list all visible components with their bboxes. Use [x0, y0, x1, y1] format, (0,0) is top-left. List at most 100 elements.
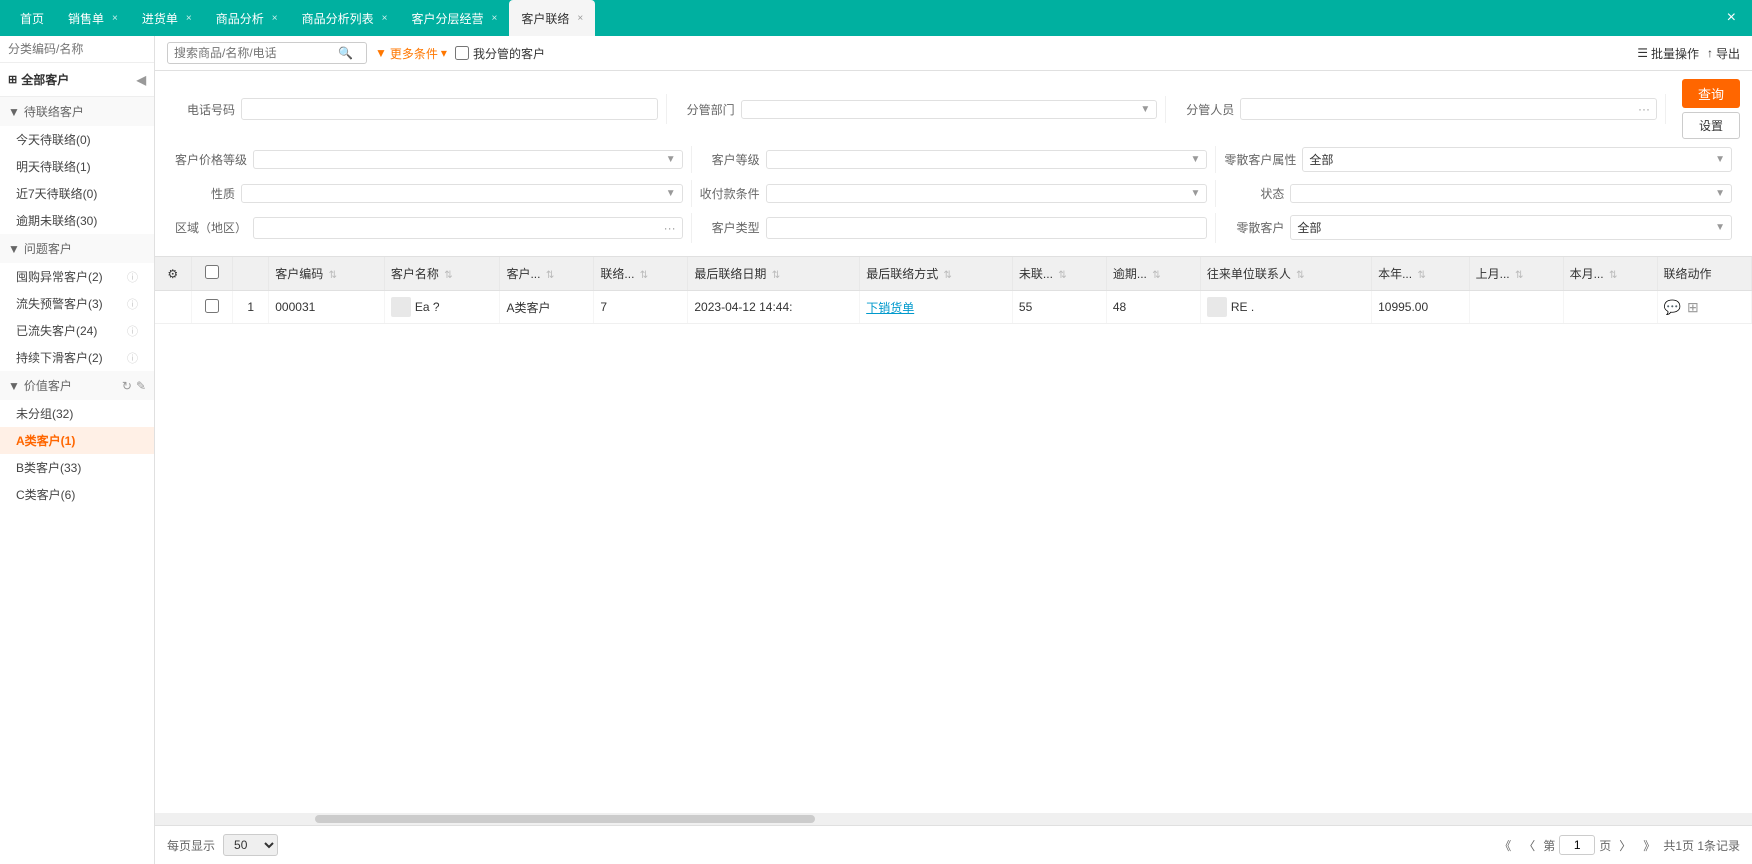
filter-retail-select[interactable]: 全部 ▼ [1290, 215, 1732, 240]
th-overdue[interactable]: 逾期... ⇅ [1106, 257, 1200, 291]
filter-dept-select[interactable]: ▼ [741, 100, 1158, 119]
nav-tab-analysis-list[interactable]: 商品分析列表 × [290, 0, 400, 36]
sidebar-item-hoarding[interactable]: 囤购异常客户(2) ⓘ [0, 263, 154, 290]
filter-customer-type-input[interactable] [766, 217, 1208, 239]
sidebar-item-class-b[interactable]: B类客户(33) [0, 454, 154, 481]
scrollbar-thumb[interactable] [315, 815, 815, 823]
sidebar-item-overdue[interactable]: 逾期未联络(30) [0, 207, 154, 234]
sidebar-all-customers[interactable]: ⊞ 全部客户 ◀ [0, 63, 154, 97]
filter-nature-select[interactable]: ▼ [241, 184, 683, 203]
filter-icon: ▼ [375, 46, 387, 60]
th-customer-name[interactable]: 客户名称 ⇅ [384, 257, 500, 291]
settings-button[interactable]: 设置 [1682, 112, 1740, 139]
my-customers-checkbox-area[interactable]: 我分管的客户 [455, 45, 545, 62]
filter-button[interactable]: ▼ 更多条件 ▾ [375, 45, 447, 62]
page-number-input[interactable] [1559, 835, 1595, 855]
more-dots-icon[interactable]: ··· [1638, 102, 1650, 116]
th-this-month[interactable]: 本月... ⇅ [1563, 257, 1657, 291]
td-last-contact-method: 下销货单 [860, 291, 1013, 324]
th-seq [233, 257, 269, 291]
filter-person-select[interactable]: ··· [1240, 98, 1657, 120]
sidebar-item-unclassified[interactable]: 未分组(32) [0, 400, 154, 427]
nav-tab-purchase-close[interactable]: × [186, 13, 192, 24]
prev-page-button[interactable]: 〈 [1519, 835, 1539, 856]
filter-price-level-select[interactable]: ▼ [253, 150, 683, 169]
last-contact-method-value[interactable]: 下销货单 [866, 301, 914, 315]
sidebar-item-tomorrow[interactable]: 明天待联络(1) [0, 153, 154, 180]
sidebar-collapse-icon[interactable]: ◀ [137, 73, 146, 87]
pagination: 每页显示 50 20 100 《 〈 第 页 〉 》 共1页 1条记录 [155, 825, 1752, 864]
nav-tab-purchase[interactable]: 进货单 × [130, 0, 204, 36]
chat-icon[interactable]: 💬 [1664, 299, 1681, 316]
sort-icon6: ⇅ [944, 270, 952, 281]
th-contact-count[interactable]: 联络... ⇅ [594, 257, 688, 291]
search-input[interactable] [174, 46, 334, 60]
filter-retail-attr-select[interactable]: 全部 ▼ [1302, 147, 1732, 172]
nav-tab-customer-mgmt[interactable]: 客户分层经营 × [399, 0, 509, 36]
total-records-label: 共1页 1条记录 [1663, 837, 1740, 854]
page-size-select[interactable]: 50 20 100 [223, 834, 278, 856]
filter-status-select[interactable]: ▼ [1290, 184, 1732, 203]
filter-phone-input[interactable] [241, 98, 658, 120]
th-unit-contact-label: 往来单位联系人 [1207, 267, 1291, 281]
nav-tab-analysis-list-close[interactable]: × [382, 13, 388, 24]
filter-chevron: ▾ [441, 46, 447, 60]
nav-tab-sales[interactable]: 销售单 × [56, 0, 130, 36]
th-customer-level-label: 客户... [506, 267, 540, 281]
filter-region-select[interactable]: ··· [253, 217, 683, 239]
qrcode-icon[interactable]: ⊞ [1687, 299, 1699, 316]
filter-payment: 收付款条件 ▼ [692, 180, 1217, 207]
nav-tab-customer-contact[interactable]: 客户联络 × [509, 0, 595, 36]
more-dots-icon2[interactable]: ··· [664, 221, 676, 235]
nav-tab-customer-contact-close[interactable]: × [577, 13, 583, 24]
last-page-button[interactable]: 》 [1639, 835, 1659, 856]
nav-tab-analysis[interactable]: 商品分析 × [204, 0, 290, 36]
triangle-down-icon3: ▼ [8, 379, 20, 393]
th-last-contact-date[interactable]: 最后联络日期 ⇅ [688, 257, 860, 291]
th-settings[interactable]: ⚙ [155, 257, 191, 291]
my-customers-checkbox[interactable] [455, 46, 469, 60]
filter-payment-label: 收付款条件 [700, 185, 760, 202]
main-layout: 🔍 ⊞ 全部客户 ◀ ▼ 待联络客户 今天待联络(0) 明天待联络(1) 近7天… [0, 36, 1752, 864]
first-page-button[interactable]: 《 [1495, 835, 1515, 856]
nav-home[interactable]: 首页 [8, 0, 56, 36]
batch-op-button[interactable]: ☰ 批量操作 [1637, 45, 1699, 62]
th-this-year[interactable]: 本年... ⇅ [1372, 257, 1470, 291]
sidebar-item-today[interactable]: 今天待联络(0) [0, 126, 154, 153]
window-close-button[interactable]: × [1719, 9, 1744, 27]
th-this-month-label: 本月... [1570, 267, 1604, 281]
th-customer-level[interactable]: 客户... ⇅ [500, 257, 594, 291]
th-last-contact-method-label: 最后联络方式 [866, 267, 938, 281]
next-page-button[interactable]: 〉 [1615, 835, 1635, 856]
sidebar-search-input[interactable] [8, 42, 155, 56]
th-last-month[interactable]: 上月... ⇅ [1469, 257, 1563, 291]
sidebar-item-class-a[interactable]: A类客户(1) [0, 427, 154, 454]
th-unit-contact[interactable]: 往来单位联系人 ⇅ [1200, 257, 1371, 291]
nav-tab-analysis-close[interactable]: × [272, 13, 278, 24]
query-button[interactable]: 查询 [1682, 79, 1740, 108]
select-all-checkbox[interactable] [205, 265, 219, 279]
sidebar-item-7days[interactable]: 近7天待联络(0) [0, 180, 154, 207]
nav-tab-customer-mgmt-close[interactable]: × [491, 13, 497, 24]
th-last-contact-method[interactable]: 最后联络方式 ⇅ [860, 257, 1013, 291]
horizontal-scrollbar[interactable] [155, 813, 1752, 825]
refresh-icon[interactable]: ↻ [122, 379, 132, 393]
filter-payment-select[interactable]: ▼ [766, 184, 1208, 203]
search-icon[interactable]: 🔍 [338, 46, 353, 60]
sidebar-item-class-c[interactable]: C类客户(6) [0, 481, 154, 508]
sidebar-item-declining[interactable]: 持续下滑客户(2) ⓘ [0, 344, 154, 371]
nav-tab-sales-label: 销售单 [68, 10, 104, 27]
filter-customer-level-select[interactable]: ▼ [766, 150, 1208, 169]
row-checkbox[interactable] [205, 299, 219, 313]
th-customer-code[interactable]: 客户编码 ⇅ [269, 257, 385, 291]
sidebar-item-churn-warning[interactable]: 流失预警客户(3) ⓘ [0, 290, 154, 317]
triangle-down-icon2: ▼ [8, 242, 20, 256]
nav-tab-sales-close[interactable]: × [112, 13, 118, 24]
th-last-month-label: 上月... [1476, 267, 1510, 281]
sidebar-item-churned[interactable]: 已流失客户(24) ⓘ [0, 317, 154, 344]
gear-icon[interactable]: ⚙ [167, 267, 178, 281]
export-button[interactable]: ↑ 导出 [1707, 45, 1740, 62]
th-no-contact[interactable]: 未联... ⇅ [1012, 257, 1106, 291]
edit-icon[interactable]: ✎ [136, 379, 146, 393]
sidebar-item-overdue-label: 逾期未联络(30) [16, 212, 97, 229]
